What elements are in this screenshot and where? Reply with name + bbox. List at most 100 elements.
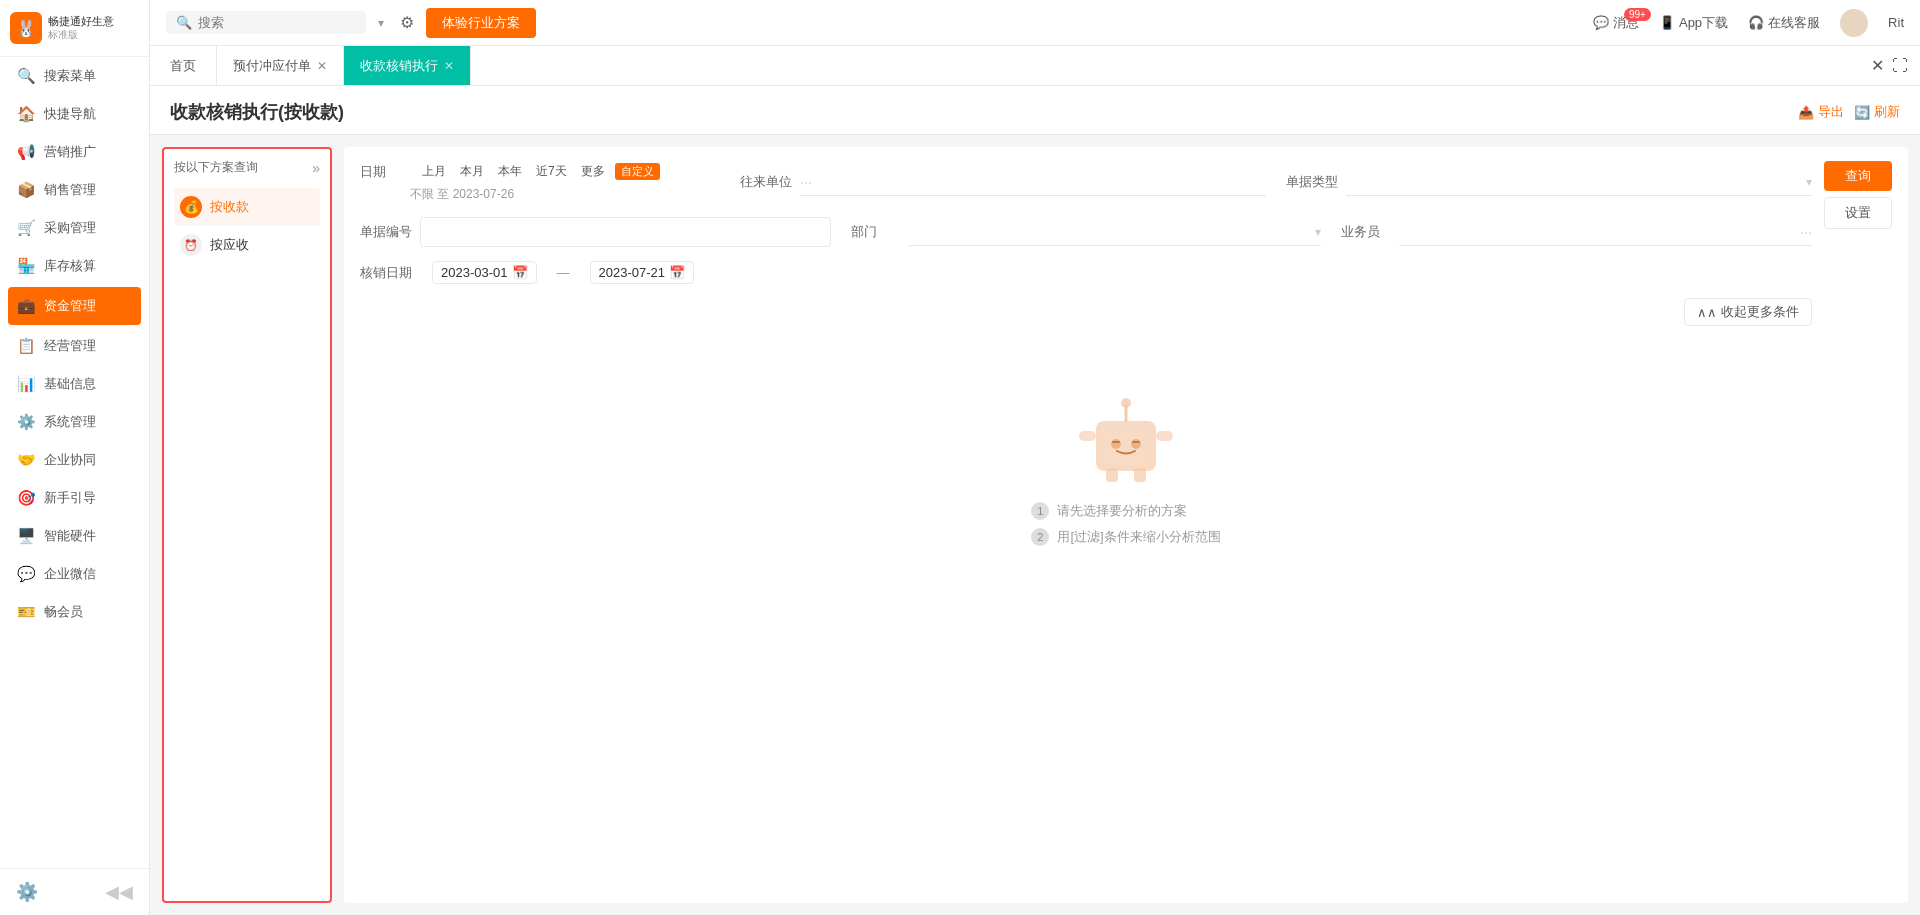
doctype-label: 单据类型 [1286,173,1338,191]
sidebar-item-hardware[interactable]: 🖥️ 智能硬件 [0,517,149,555]
sidebar-item-search[interactable]: 🔍 搜索菜单 [0,57,149,95]
home-icon: 🏠 [16,105,36,123]
query-field-staff: 业务员 ··· [1341,218,1812,246]
message-badge: 99+ [1624,8,1651,21]
receipt-icon: 💰 [180,196,202,218]
date-shortcuts: 上月 本月 本年 近7天 更多 自定义 [418,161,660,182]
sidebar-item-operations[interactable]: 📋 经营管理 [0,327,149,365]
sidebar-item-wechat[interactable]: 💬 企业微信 [0,555,149,593]
query-row-1: 日期 上月 本月 本年 近7天 更多 自定义 [360,161,1812,203]
tab-verify[interactable]: 收款核销执行 ✕ [344,46,471,85]
finance-icon: 💼 [16,297,36,315]
content-body: 按以下方案查询 » 💰 按收款 ⏰ 按应收 [150,135,1920,915]
export-icon: 📤 [1798,105,1814,120]
partner-dots: ··· [800,174,812,190]
docno-label: 单据编号 [360,223,412,241]
date-btn-more[interactable]: 更多 [577,161,609,182]
marketing-icon: 📢 [16,143,36,161]
customer-service-button[interactable]: 🎧 在线客服 [1748,14,1820,32]
query-row-2: 单据编号 部门 ▾ [360,217,1812,247]
tab-home[interactable]: 首页 [150,46,217,85]
filter-collapse-icon[interactable]: » [312,160,320,176]
tab-prepay[interactable]: 预付冲应付单 ✕ [217,46,344,85]
solution-button[interactable]: 体验行业方案 [426,8,536,38]
empty-tip-1: 1 请先选择要分析的方案 [1031,502,1220,520]
svg-point-2 [1111,439,1121,449]
sidebar-item-label: 营销推广 [44,143,96,161]
svg-point-3 [1131,439,1141,449]
tab-verify-close-icon[interactable]: ✕ [444,59,454,73]
topbar-search-box[interactable]: 🔍 [166,11,366,34]
query-button[interactable]: 查询 [1824,161,1892,191]
collapse-more-button[interactable]: ∧∧ 收起更多条件 [1684,298,1812,326]
refresh-button[interactable]: 🔄 刷新 [1854,103,1900,121]
tab-actions: ✕ ⛶ [1859,46,1920,85]
sales-icon: 📦 [16,181,36,199]
filter-panel: 按以下方案查询 » 💰 按收款 ⏰ 按应收 [162,147,332,903]
dept-select[interactable]: ▾ [909,218,1322,246]
tab-close-all-button[interactable]: ✕ [1871,56,1884,75]
verif-end-calendar-icon: 📅 [669,265,685,280]
app-download-button[interactable]: 📱 App下载 [1659,14,1728,32]
tab-prepay-label: 预付冲应付单 [233,57,311,75]
inventory-icon: 🏪 [16,257,36,275]
topbar-search-input[interactable] [198,15,318,30]
date-btn-last-month[interactable]: 上月 [418,161,450,182]
sidebar-item-label: 系统管理 [44,413,96,431]
settings-button[interactable]: 设置 [1824,197,1892,229]
message-button[interactable]: 💬 消息 99+ [1593,14,1639,32]
sidebar-item-label: 资金管理 [44,297,96,315]
date-btn-this-month[interactable]: 本月 [456,161,488,182]
query-field-doctype: 单据类型 ▾ [1286,168,1812,196]
sidebar-item-label: 搜索菜单 [44,67,96,85]
sidebar-item-purchase[interactable]: 🛒 采购管理 [0,209,149,247]
filter-item-by-receipt[interactable]: 💰 按收款 [174,188,320,226]
collapse-label: 收起更多条件 [1721,303,1799,321]
sidebar-item-marketing[interactable]: 📢 营销推广 [0,133,149,171]
query-area: 日期 上月 本月 本年 近7天 更多 自定义 [344,147,1908,903]
sidebar-item-label: 智能硬件 [44,527,96,545]
svg-rect-8 [1079,431,1096,441]
sidebar-item-sales[interactable]: 📦 销售管理 [0,171,149,209]
topbar-gear-icon[interactable]: ⚙ [400,13,414,32]
receivable-icon: ⏰ [180,234,202,256]
sidebar-item-basic[interactable]: 📊 基础信息 [0,365,149,403]
sidebar-item-label: 销售管理 [44,181,96,199]
sidebar-collapse-icon[interactable]: ◀◀ [105,881,133,903]
logo-icon: 🐰 [10,12,42,44]
page-header: 收款核销执行(按收款) 📤 导出 🔄 刷新 [150,86,1920,135]
date-custom-badge[interactable]: 自定义 [615,163,660,180]
filter-item-by-receivable[interactable]: ⏰ 按应收 [174,226,320,264]
tab-home-label: 首页 [170,57,196,75]
settings-gear-icon[interactable]: ⚙️ [16,881,38,903]
sidebar: 🐰 畅捷通好生意 标准版 🔍 搜索菜单 🏠 快捷导航 📢 营销推广 📦 销售管理… [0,0,150,915]
main-area: 🔍 ▾ ⚙ 体验行业方案 💬 消息 99+ 📱 App下载 🎧 在线客服 Rit [150,0,1920,915]
member-icon: 🎫 [16,603,36,621]
sidebar-item-enterprise[interactable]: 🤝 企业协同 [0,441,149,479]
date-btn-7days[interactable]: 近7天 [532,161,571,182]
sidebar-item-finance[interactable]: 💼 资金管理 [8,287,141,325]
guide-icon: 🎯 [16,489,36,507]
sidebar-item-guide[interactable]: 🎯 新手引导 [0,479,149,517]
verif-date-label: 核销日期 [360,264,412,282]
date-btn-this-year[interactable]: 本年 [494,161,526,182]
docno-input[interactable] [420,217,831,247]
sidebar-item-member[interactable]: 🎫 畅会员 [0,593,149,631]
partner-select[interactable]: ··· [800,168,1266,196]
svg-rect-1 [1101,426,1151,466]
filter-item-receipt-label: 按收款 [210,198,249,216]
sidebar-item-inventory[interactable]: 🏪 库存核算 [0,247,149,285]
export-button[interactable]: 📤 导出 [1798,103,1844,121]
empty-tips: 1 请先选择要分析的方案 2 用[过滤]条件来缩小分析范围 [1031,502,1220,546]
tab-expand-button[interactable]: ⛶ [1892,57,1908,75]
tab-prepay-close-icon[interactable]: ✕ [317,59,327,73]
topbar-chevron-icon[interactable]: ▾ [378,16,384,30]
staff-select[interactable]: ··· [1399,218,1812,246]
verif-end-date[interactable]: 2023-07-21 📅 [590,261,695,284]
sidebar-item-quicknav[interactable]: 🏠 快捷导航 [0,95,149,133]
logo-area: 🐰 畅捷通好生意 标准版 [0,0,149,57]
verif-start-date[interactable]: 2023-03-01 📅 [432,261,537,284]
doctype-select[interactable]: ▾ [1346,168,1812,196]
sidebar-item-system[interactable]: ⚙️ 系统管理 [0,403,149,441]
sidebar-bottom: ⚙️ ◀◀ [0,868,149,915]
